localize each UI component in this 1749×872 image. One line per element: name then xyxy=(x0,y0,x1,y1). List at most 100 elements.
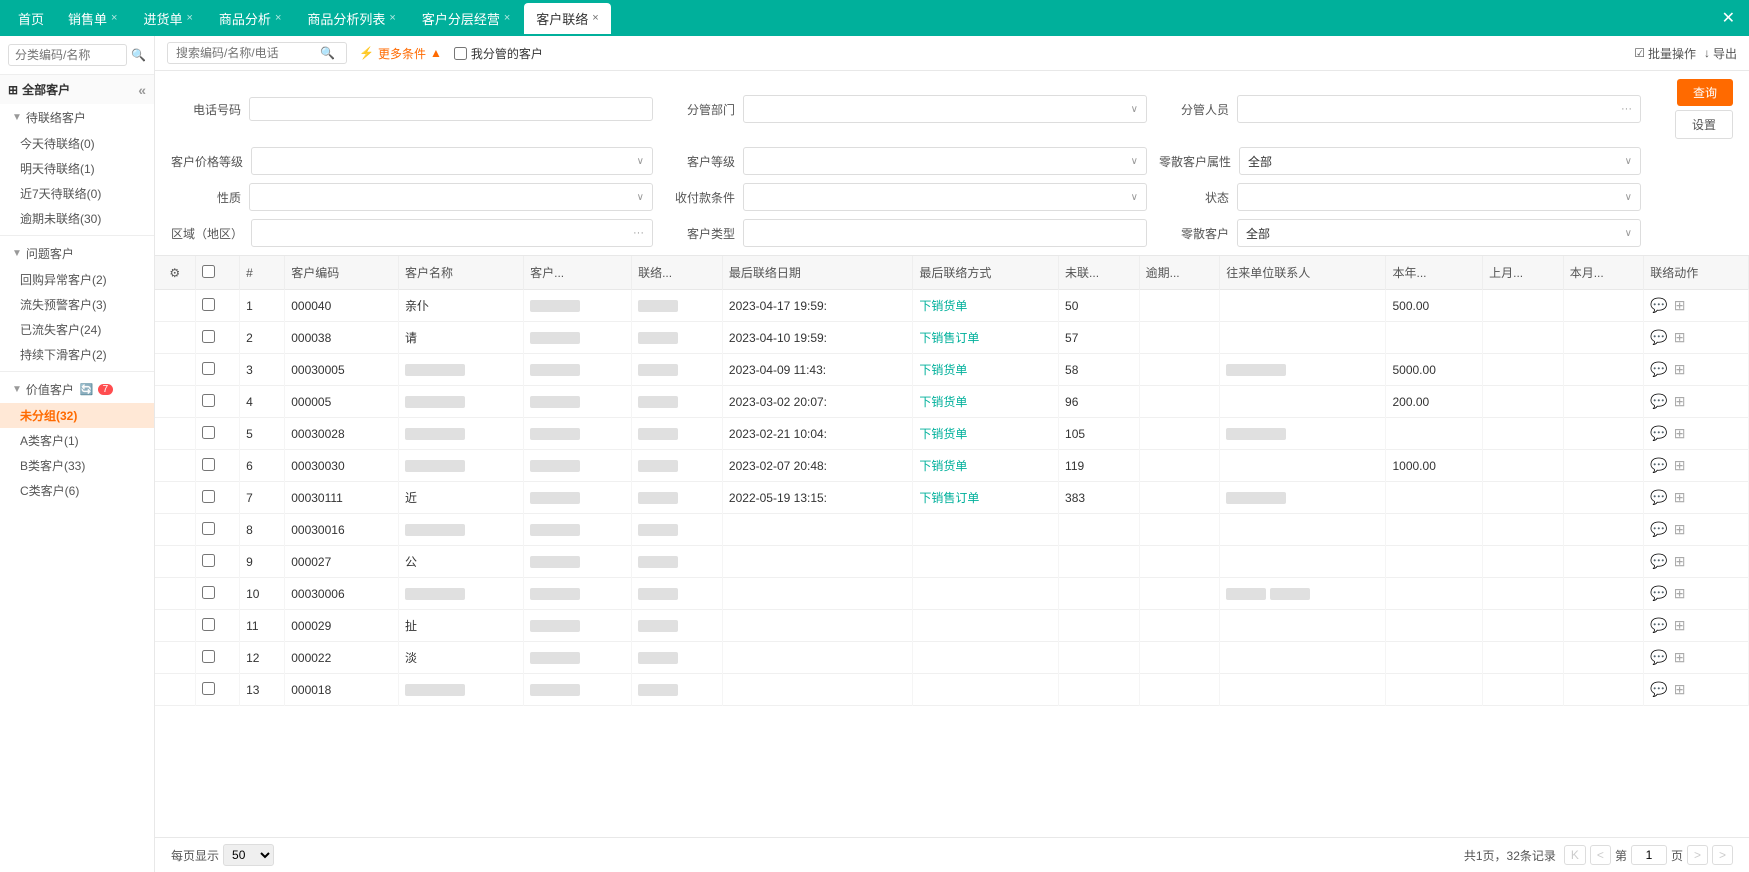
action-grid-icon[interactable]: ⊞ xyxy=(1674,681,1686,698)
th-overdue[interactable]: 逾期... xyxy=(1139,256,1220,290)
customer-level-select[interactable]: ∨ xyxy=(743,147,1147,175)
row-checkbox[interactable] xyxy=(202,682,215,695)
last-method-link[interactable]: 下销售订单 xyxy=(919,331,979,345)
close-product-analysis-tab-icon[interactable]: × xyxy=(275,12,281,24)
row-checkbox[interactable] xyxy=(202,362,215,375)
nav-tab-customer-tier[interactable]: 客户分层经营 × xyxy=(410,3,522,34)
page-number-input[interactable] xyxy=(1631,845,1667,865)
action-message-icon[interactable]: 💬 xyxy=(1650,585,1667,602)
td-checkbox[interactable] xyxy=(195,354,240,386)
sidebar-item-tomorrow[interactable]: 明天待联络(1) xyxy=(0,156,154,181)
price-level-select[interactable]: ∨ xyxy=(251,147,653,175)
first-page-btn[interactable]: K xyxy=(1564,845,1586,865)
more-conditions-btn[interactable]: ⚡ 更多条件 ▲ xyxy=(359,45,442,62)
sidebar-item-unclassified[interactable]: 未分组(32) xyxy=(0,403,154,428)
action-message-icon[interactable]: 💬 xyxy=(1650,617,1667,634)
close-customer-tier-tab-icon[interactable]: × xyxy=(504,12,510,24)
td-checkbox[interactable] xyxy=(195,514,240,546)
row-checkbox[interactable] xyxy=(202,458,215,471)
last-method-link[interactable]: 下销货单 xyxy=(919,299,967,313)
manager-more-icon[interactable]: ··· xyxy=(1621,103,1632,115)
row-checkbox[interactable] xyxy=(202,554,215,567)
td-checkbox[interactable] xyxy=(195,450,240,482)
td-checkbox[interactable] xyxy=(195,386,240,418)
action-grid-icon[interactable]: ⊞ xyxy=(1674,649,1686,666)
action-grid-icon[interactable]: ⊞ xyxy=(1674,521,1686,538)
price-group[interactable]: ▼ 价值客户 🔄 7 xyxy=(0,376,154,403)
action-message-icon[interactable]: 💬 xyxy=(1650,393,1667,410)
retail-attr-select[interactable]: 全部 ∨ xyxy=(1239,147,1641,175)
th-last-date[interactable]: 最后联络日期 xyxy=(722,256,912,290)
td-checkbox[interactable] xyxy=(195,482,240,514)
td-checkbox[interactable] xyxy=(195,290,240,322)
td-last-method[interactable]: 下销售订单 xyxy=(913,322,1059,354)
sidebar-item-class-a[interactable]: A类客户(1) xyxy=(0,428,154,453)
action-message-icon[interactable]: 💬 xyxy=(1650,329,1667,346)
batch-operations-btn[interactable]: ☑ 批量操作 xyxy=(1634,45,1696,62)
td-last-method[interactable]: 下销货单 xyxy=(913,354,1059,386)
sidebar-item-class-b[interactable]: B类客户(33) xyxy=(0,453,154,478)
close-product-list-tab-icon[interactable]: × xyxy=(389,12,395,24)
settings-icon[interactable]: ⚙ xyxy=(169,266,180,280)
th-type[interactable]: 客户... xyxy=(524,256,632,290)
search-input[interactable] xyxy=(176,46,316,60)
retail-customer-select[interactable]: 全部 ∨ xyxy=(1237,219,1641,247)
action-grid-icon[interactable]: ⊞ xyxy=(1674,553,1686,570)
collapse-sidebar-icon[interactable]: « xyxy=(138,82,146,98)
td-last-method[interactable]: 下销货单 xyxy=(913,290,1059,322)
action-grid-icon[interactable]: ⊞ xyxy=(1674,425,1686,442)
action-message-icon[interactable]: 💬 xyxy=(1650,649,1667,666)
last-method-link[interactable]: 下销货单 xyxy=(919,427,967,441)
action-message-icon[interactable]: 💬 xyxy=(1650,553,1667,570)
nav-tab-purchase[interactable]: 进货单 × xyxy=(131,3,204,34)
dept-select[interactable]: ∨ xyxy=(743,95,1147,123)
action-message-icon[interactable]: 💬 xyxy=(1650,361,1667,378)
row-checkbox[interactable] xyxy=(202,298,215,311)
export-btn[interactable]: ↓ 导出 xyxy=(1704,45,1737,62)
status-select[interactable]: ∨ xyxy=(1237,183,1641,211)
window-close-button[interactable]: ✕ xyxy=(1716,8,1741,28)
my-customers-checkbox[interactable] xyxy=(454,47,467,60)
action-message-icon[interactable]: 💬 xyxy=(1650,297,1667,314)
select-all-checkbox[interactable] xyxy=(202,265,215,278)
per-page-select[interactable]: 50 100 200 xyxy=(223,844,274,866)
payment-select[interactable]: ∨ xyxy=(743,183,1147,211)
area-select[interactable]: ··· xyxy=(251,219,653,247)
all-customers-header[interactable]: ⊞ 全部客户 « xyxy=(0,75,154,104)
sidebar-item-declining[interactable]: 持续下滑客户(2) xyxy=(0,342,154,367)
td-last-method[interactable]: 下销货单 xyxy=(913,418,1059,450)
td-last-method[interactable] xyxy=(913,546,1059,578)
nav-home[interactable]: 首页 xyxy=(8,3,54,34)
action-message-icon[interactable]: 💬 xyxy=(1650,489,1667,506)
th-this-year[interactable]: 本年... xyxy=(1386,256,1483,290)
row-checkbox[interactable] xyxy=(202,650,215,663)
td-last-method[interactable]: 下销货单 xyxy=(913,386,1059,418)
phone-input[interactable] xyxy=(249,97,653,121)
nav-tab-product-list[interactable]: 商品分析列表 × xyxy=(295,3,407,34)
th-checkbox[interactable] xyxy=(195,256,240,290)
nav-tab-product-analysis[interactable]: 商品分析 × xyxy=(207,3,293,34)
sidebar-item-class-c[interactable]: C类客户(6) xyxy=(0,478,154,503)
td-last-method[interactable] xyxy=(913,514,1059,546)
td-last-method[interactable] xyxy=(913,674,1059,706)
action-grid-icon[interactable]: ⊞ xyxy=(1674,329,1686,346)
row-checkbox[interactable] xyxy=(202,394,215,407)
gender-select[interactable]: ∨ xyxy=(249,183,653,211)
close-customer-contact-tab-icon[interactable]: × xyxy=(592,12,598,24)
action-grid-icon[interactable]: ⊞ xyxy=(1674,617,1686,634)
sidebar-item-7days[interactable]: 近7天待联络(0) xyxy=(0,181,154,206)
last-method-link[interactable]: 下销货单 xyxy=(919,395,967,409)
td-last-method[interactable]: 下销货单 xyxy=(913,450,1059,482)
action-grid-icon[interactable]: ⊞ xyxy=(1674,297,1686,314)
action-message-icon[interactable]: 💬 xyxy=(1650,457,1667,474)
sidebar-search-input[interactable] xyxy=(8,44,127,66)
row-checkbox[interactable] xyxy=(202,522,215,535)
manager-select[interactable]: ··· xyxy=(1237,95,1641,123)
td-checkbox[interactable] xyxy=(195,578,240,610)
td-last-method[interactable] xyxy=(913,578,1059,610)
last-method-link[interactable]: 下销货单 xyxy=(919,363,967,377)
reset-button[interactable]: 设置 xyxy=(1675,110,1733,139)
action-message-icon[interactable]: 💬 xyxy=(1650,681,1667,698)
row-checkbox[interactable] xyxy=(202,426,215,439)
close-sales-tab-icon[interactable]: × xyxy=(111,12,117,24)
